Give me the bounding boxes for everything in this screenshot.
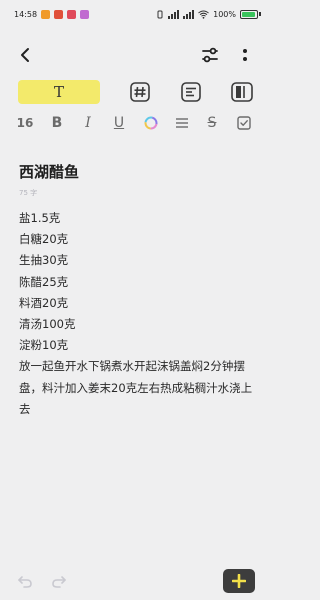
paragraph-format-icon — [181, 82, 201, 102]
underline-button[interactable]: U — [110, 112, 128, 134]
add-button[interactable] — [223, 569, 255, 593]
redo-icon — [52, 576, 66, 588]
text-style-toolbar: 16 B I U S — [0, 112, 273, 134]
vibrate-icon — [157, 10, 163, 18]
note-line: 生抽30克 — [19, 253, 69, 268]
layout-columns-icon — [231, 82, 253, 102]
redo-button[interactable] — [48, 571, 70, 593]
checklist-button[interactable] — [234, 112, 254, 134]
notification-icon — [80, 9, 90, 19]
note-line: 陈醋25克 — [19, 274, 69, 289]
tab-heading[interactable] — [127, 80, 153, 104]
undo-icon — [18, 576, 32, 588]
note-title[interactable]: 西湖醋鱼 — [19, 161, 79, 182]
more-vertical-icon — [243, 49, 247, 61]
checkbox-icon — [237, 116, 251, 130]
notification-icon — [54, 9, 64, 19]
note-body[interactable]: 盐1.5克 白糖20克 生抽30克 陈醋25克 料酒20克 清汤100克 淀粉1… — [19, 208, 259, 420]
format-tabs: T — [0, 80, 273, 106]
note-line: 料酒20克 — [19, 295, 69, 310]
status-time: 14:58 — [14, 9, 38, 19]
status-right: 100% — [156, 9, 261, 19]
font-size-button[interactable]: 16 — [15, 112, 35, 134]
back-button[interactable] — [12, 42, 38, 68]
battery-tip — [259, 12, 261, 16]
note-line: 白糖20克 — [19, 232, 69, 247]
top-nav — [0, 38, 273, 72]
notification-icon — [67, 9, 77, 19]
bulleted-list-button[interactable] — [172, 112, 192, 134]
italic-button[interactable]: I — [79, 112, 97, 134]
cellular-signal-icon — [183, 9, 195, 19]
tab-layout[interactable] — [228, 80, 256, 104]
more-options-button[interactable] — [233, 42, 257, 68]
cellular-signal-icon — [168, 9, 180, 19]
text-color-button[interactable] — [141, 112, 161, 134]
note-line: 盐1.5克 — [19, 211, 61, 225]
battery-percent: 100% — [213, 9, 236, 19]
color-wheel-icon — [144, 116, 158, 130]
note-line: 淀粉10克 — [19, 338, 69, 353]
text-style-icon: T — [53, 83, 64, 101]
back-arrow-icon — [21, 48, 29, 62]
battery-icon — [240, 9, 258, 19]
wifi-icon — [198, 10, 209, 19]
hashtag-icon — [130, 82, 150, 102]
list-icon — [176, 118, 188, 128]
plus-icon — [232, 574, 246, 588]
undo-button[interactable] — [14, 571, 36, 593]
notification-icon — [41, 9, 51, 19]
bold-button[interactable]: B — [48, 112, 66, 134]
note-line: 清汤100克 — [19, 317, 76, 332]
note-line: 放一起鱼开水下锅煮水开起沫锅盖焖2分钟摆盘，料汁加入姜末20克左右热成粘稠汁水浇… — [19, 359, 253, 416]
tab-text-style[interactable]: T — [18, 80, 100, 104]
note-settings-button[interactable] — [196, 42, 224, 68]
status-left: 14:58 — [14, 9, 90, 19]
tab-paragraph[interactable] — [178, 80, 204, 104]
status-bar: 14:58 100% — [0, 0, 273, 28]
strikethrough-button[interactable]: S — [203, 112, 221, 134]
word-count: 75 字 — [19, 189, 38, 197]
bottom-bar — [0, 568, 273, 596]
sliders-icon — [202, 47, 218, 63]
